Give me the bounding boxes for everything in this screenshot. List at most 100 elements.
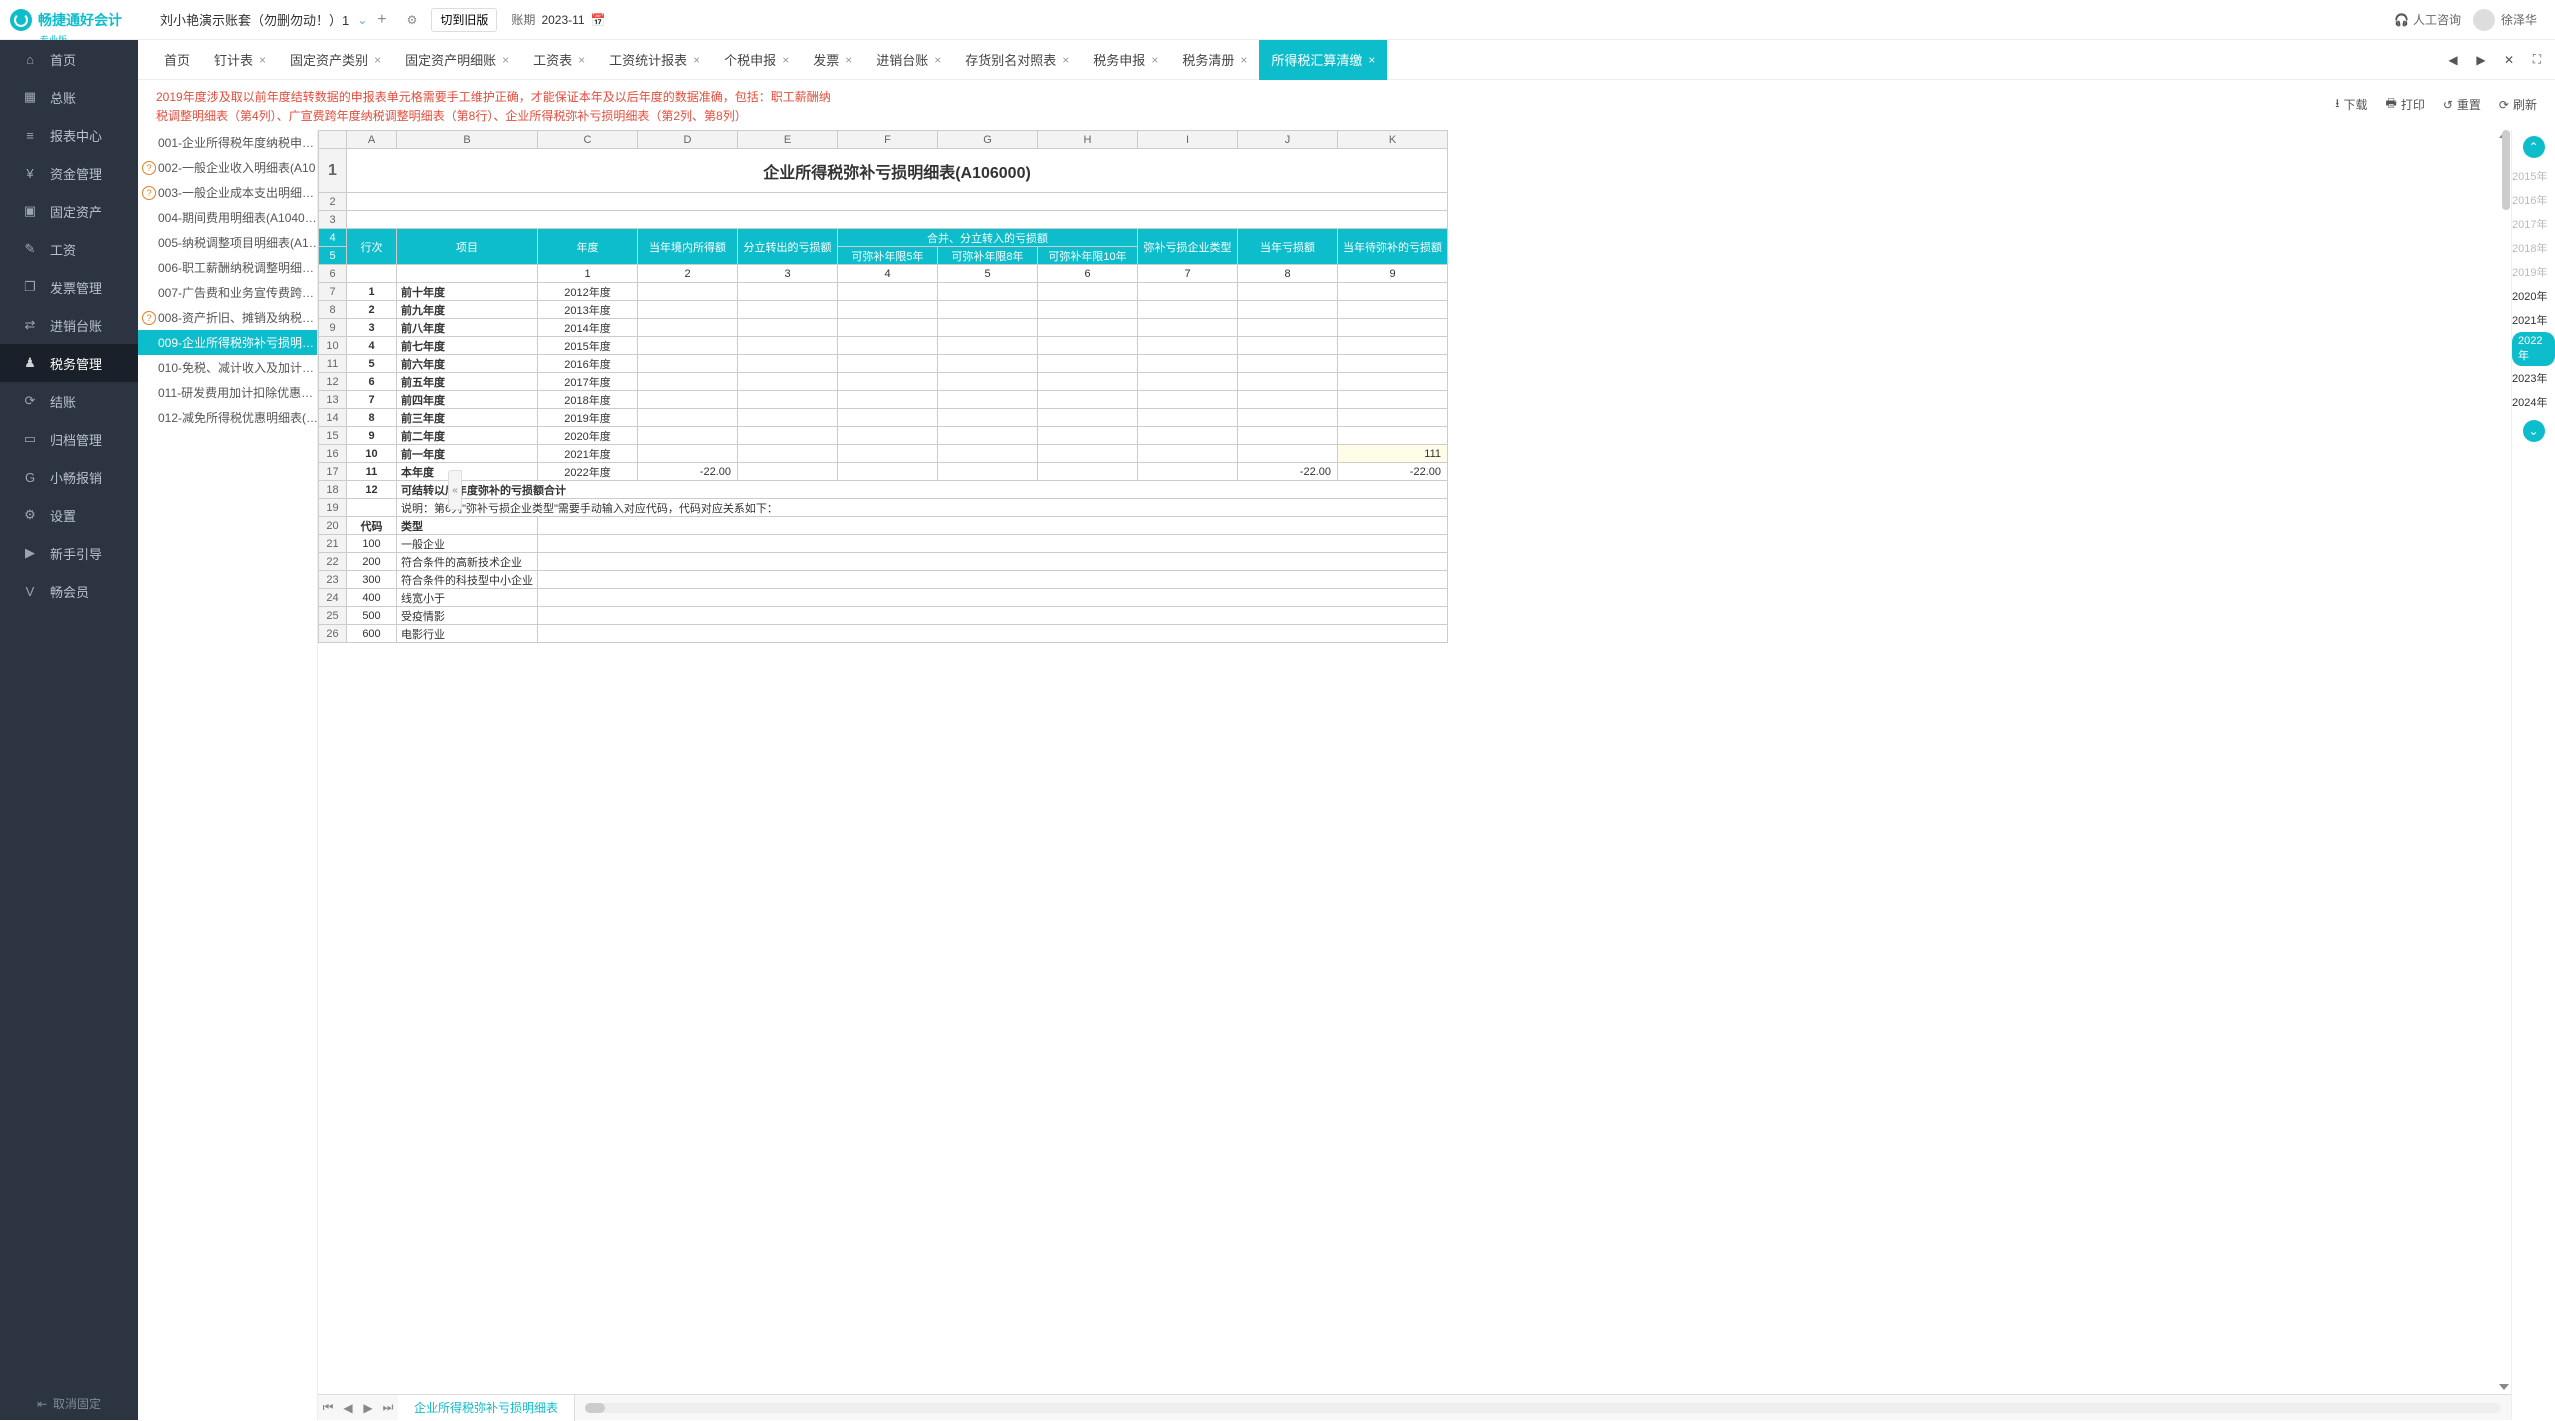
row-header[interactable]: 22	[319, 553, 347, 571]
avatar[interactable]	[2473, 9, 2495, 31]
tab[interactable]: 税务申报×	[1081, 40, 1170, 80]
row-header[interactable]: 21	[319, 535, 347, 553]
sheet-prev-icon[interactable]: ◀	[338, 1401, 358, 1415]
form-list-item[interactable]: 007-广告费和业务宣传费跨…	[138, 280, 317, 305]
row-header[interactable]: 5	[319, 247, 347, 265]
row-header[interactable]: 19	[319, 499, 347, 517]
form-list-item[interactable]: 009-企业所得税弥补亏损明…	[138, 330, 317, 355]
fullscreen-icon[interactable]: ⛶	[2527, 50, 2547, 70]
col-header[interactable]: A	[347, 131, 397, 149]
row-header[interactable]: 4	[319, 229, 347, 247]
row-header[interactable]: 17	[319, 463, 347, 481]
row-header[interactable]: 2	[319, 193, 347, 211]
tab-close-icon[interactable]: ×	[259, 53, 266, 67]
row-header[interactable]: 23	[319, 571, 347, 589]
sheet-last-icon[interactable]: ⏭	[378, 1400, 398, 1415]
year-option[interactable]: 2022年	[2512, 332, 2555, 366]
row-header[interactable]: 11	[319, 355, 347, 373]
row-header[interactable]: 12	[319, 373, 347, 391]
consult-link[interactable]: 🎧人工咨询	[2394, 11, 2461, 28]
add-account-button[interactable]: +	[377, 11, 386, 29]
year-option[interactable]: 2021年	[2512, 308, 2555, 332]
row-header[interactable]: 14	[319, 409, 347, 427]
nav-item[interactable]: ⇄进销台账	[0, 306, 138, 344]
tab-close-icon[interactable]: ×	[782, 53, 789, 67]
col-header[interactable]: H	[1038, 131, 1138, 149]
form-list-item[interactable]: 012-减免所得税优惠明细表(…	[138, 405, 317, 430]
year-option[interactable]: 2020年	[2512, 284, 2555, 308]
col-header[interactable]: I	[1138, 131, 1238, 149]
vertical-scrollbar[interactable]	[2501, 130, 2511, 1394]
row-header[interactable]: 10	[319, 337, 347, 355]
tab[interactable]: 存货别名对照表×	[953, 40, 1081, 80]
col-header[interactable]: J	[1238, 131, 1338, 149]
tab[interactable]: 首页	[152, 40, 202, 80]
row-header[interactable]: 13	[319, 391, 347, 409]
tab-close-all-icon[interactable]: ✕	[2499, 50, 2519, 70]
year-option[interactable]: 2023年	[2512, 366, 2555, 390]
switch-old-button[interactable]: 切到旧版	[431, 8, 497, 32]
period-value[interactable]: 2023-11	[541, 13, 584, 27]
row-header[interactable]: 24	[319, 589, 347, 607]
sheet-first-icon[interactable]: ⏮	[318, 1400, 338, 1415]
row-header[interactable]: 6	[319, 265, 347, 283]
col-header[interactable]: K	[1338, 131, 1448, 149]
nav-item[interactable]: ⌂首页	[0, 40, 138, 78]
form-list-item[interactable]: 008-资产折旧、摊销及纳税…	[138, 305, 317, 330]
row-header[interactable]: 16	[319, 445, 347, 463]
nav-item[interactable]: ▭归档管理	[0, 420, 138, 458]
nav-item[interactable]: ⚙设置	[0, 496, 138, 534]
unpin-button[interactable]: ⇤取消固定	[0, 1395, 138, 1412]
calendar-icon[interactable]: 📅	[591, 13, 606, 27]
col-header[interactable]: B	[397, 131, 538, 149]
row-header[interactable]: 3	[319, 211, 347, 229]
nav-item[interactable]: ✎工资	[0, 230, 138, 268]
tab-close-icon[interactable]: ×	[1240, 53, 1247, 67]
tab[interactable]: 进销台账×	[864, 40, 953, 80]
horizontal-scrollbar[interactable]	[585, 1403, 2501, 1413]
refresh-button[interactable]: ⟳刷新	[2499, 96, 2537, 113]
row-header[interactable]: 8	[319, 301, 347, 319]
nav-item[interactable]: ▶新手引导	[0, 534, 138, 572]
tab[interactable]: 固定资产类别×	[278, 40, 393, 80]
sheet-next-icon[interactable]: ▶	[358, 1401, 378, 1415]
user-name[interactable]: 徐泽华	[2501, 11, 2537, 28]
account-settings-icon[interactable]: ⚙	[407, 13, 418, 27]
tab-close-icon[interactable]: ×	[845, 53, 852, 67]
nav-item[interactable]: ❐发票管理	[0, 268, 138, 306]
nav-item[interactable]: ¥资金管理	[0, 154, 138, 192]
nav-item[interactable]: ▦总账	[0, 78, 138, 116]
year-option[interactable]: 2024年	[2512, 390, 2555, 414]
tab-close-icon[interactable]: ×	[1151, 53, 1158, 67]
form-list-item[interactable]: 005-纳税调整项目明细表(A1…	[138, 230, 317, 255]
collapse-formlist-button[interactable]: «	[448, 470, 462, 510]
sheet-tab[interactable]: 企业所得税弥补亏损明细表	[398, 1395, 575, 1421]
spreadsheet[interactable]: ABCDEFGHIJK1企业所得税弥补亏损明细表(A106000)234行次项目…	[318, 130, 2511, 1394]
row-header[interactable]: 9	[319, 319, 347, 337]
row-header[interactable]: 7	[319, 283, 347, 301]
download-button[interactable]: ⭳下载	[2335, 94, 2367, 115]
row-header[interactable]: 18	[319, 481, 347, 499]
form-list-item[interactable]: 004-期间费用明细表(A1040…	[138, 205, 317, 230]
tab-scroll-right-icon[interactable]: ▶	[2471, 50, 2491, 70]
form-list-item[interactable]: 010-免税、减计收入及加计…	[138, 355, 317, 380]
row-header[interactable]: 20	[319, 517, 347, 535]
tab[interactable]: 工资统计报表×	[597, 40, 712, 80]
tab[interactable]: 发票×	[801, 40, 864, 80]
col-header[interactable]: D	[638, 131, 738, 149]
tab[interactable]: 固定资产明细账×	[393, 40, 521, 80]
year-scroll-up-button[interactable]: ⌃	[2523, 136, 2545, 158]
tab-close-icon[interactable]: ×	[1368, 53, 1375, 67]
tab-close-icon[interactable]: ×	[502, 53, 509, 67]
tab[interactable]: 钉计表×	[202, 40, 278, 80]
tab-close-icon[interactable]: ×	[374, 53, 381, 67]
col-header[interactable]: G	[938, 131, 1038, 149]
print-button[interactable]: 🖶打印	[2386, 94, 2425, 115]
col-header[interactable]: F	[838, 131, 938, 149]
tab[interactable]: 个税申报×	[712, 40, 801, 80]
row-header[interactable]: 1	[319, 149, 347, 193]
tab[interactable]: 所得税汇算清缴×	[1259, 40, 1387, 80]
row-header[interactable]: 26	[319, 625, 347, 643]
col-header[interactable]: C	[538, 131, 638, 149]
tab-close-icon[interactable]: ×	[934, 53, 941, 67]
